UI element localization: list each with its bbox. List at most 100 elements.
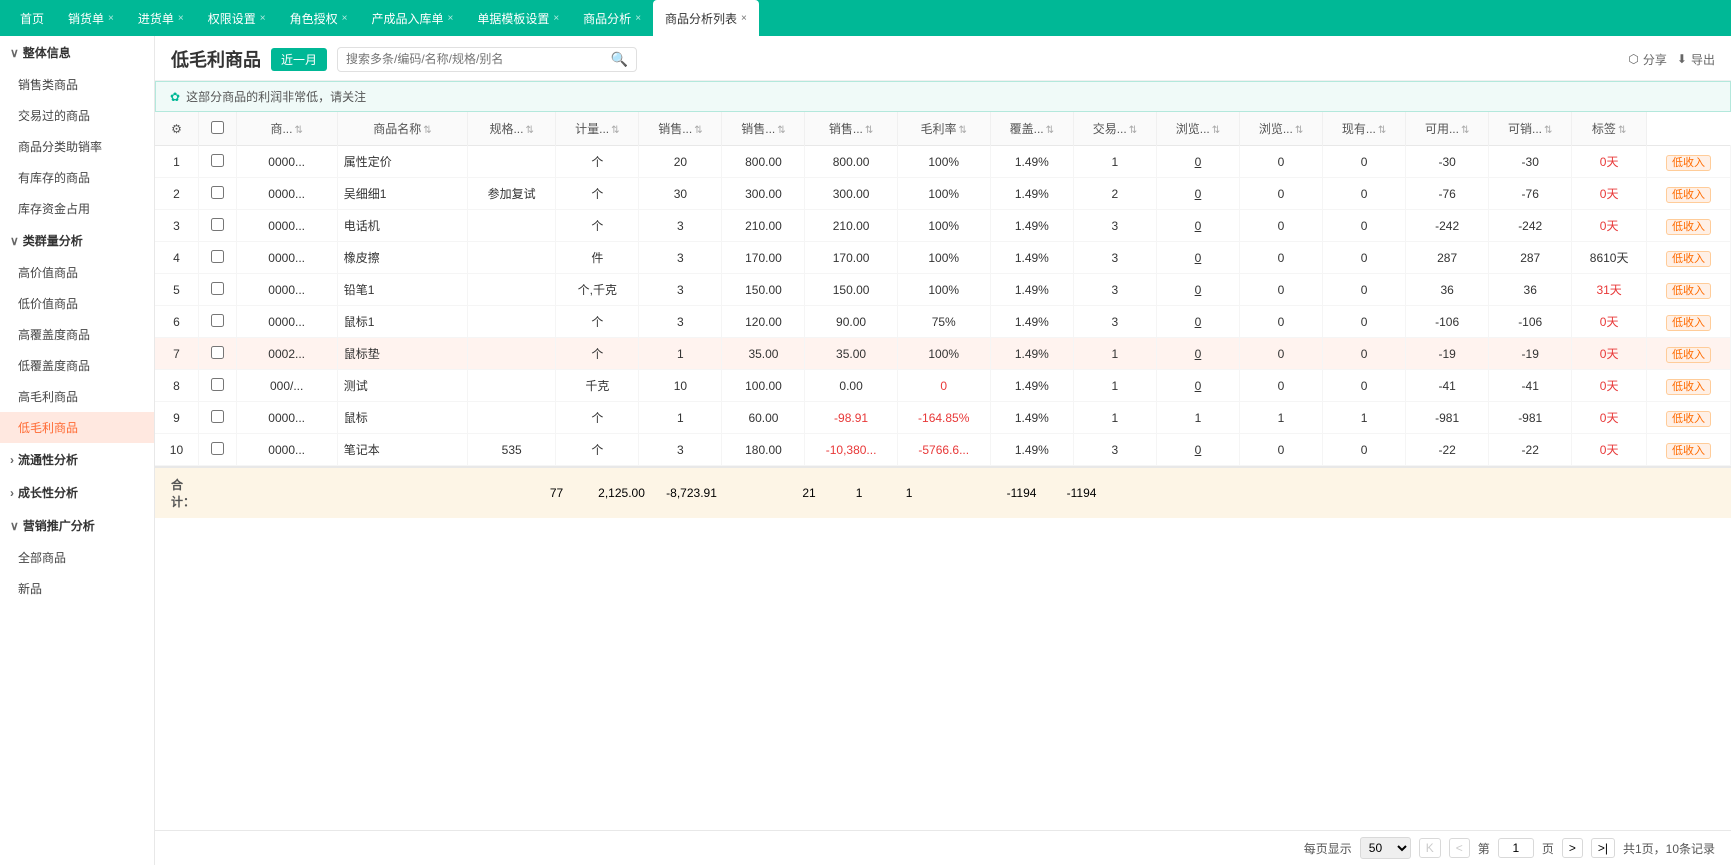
row-checkbox-cell[interactable] — [198, 338, 236, 370]
row-checkbox[interactable] — [211, 346, 224, 359]
row-trade[interactable]: 0 — [1156, 146, 1239, 178]
nav-home[interactable]: 首页 — [8, 0, 56, 36]
row-checkbox-cell[interactable] — [198, 370, 236, 402]
nav-role-auth[interactable]: 角色授权× — [278, 0, 360, 36]
sidebar-group-circulation[interactable]: › 流通性分析 — [0, 443, 154, 476]
col-select-all[interactable] — [198, 112, 236, 146]
close-icon[interactable]: × — [342, 13, 348, 24]
sidebar-item-low-value[interactable]: 低价值商品 — [0, 288, 154, 319]
prev-page-button[interactable]: < — [1449, 838, 1470, 858]
row-pct: 100% — [897, 242, 990, 274]
sidebar: ∨ 整体信息 销售类商品 交易过的商品 商品分类助销率 有库存的商品 库存资金占… — [0, 36, 155, 865]
sidebar-item-in-stock[interactable]: 有库存的商品 — [0, 162, 154, 193]
row-unit: 个 — [556, 210, 639, 242]
row-trade[interactable]: 0 — [1156, 370, 1239, 402]
row-checkbox[interactable] — [211, 442, 224, 455]
first-page-button[interactable]: K — [1419, 838, 1441, 858]
row-trade[interactable]: 0 — [1156, 242, 1239, 274]
row-checkbox[interactable] — [211, 186, 224, 199]
row-trade[interactable]: 0 — [1156, 338, 1239, 370]
row-price1: 100.00 — [722, 370, 805, 402]
sidebar-item-stock-capital[interactable]: 库存资金占用 — [0, 193, 154, 224]
sidebar-item-low-gross[interactable]: 低毛利商品 — [0, 412, 154, 443]
row-avail: 36 — [1489, 274, 1572, 306]
close-icon[interactable]: × — [108, 13, 114, 24]
column-settings-icon[interactable]: ⚙ — [155, 112, 198, 146]
sidebar-item-low-coverage[interactable]: 低覆盖度商品 — [0, 350, 154, 381]
row-browse1: 0 — [1239, 370, 1322, 402]
row-trade[interactable]: 0 — [1156, 434, 1239, 466]
row-trade[interactable]: 0 — [1156, 274, 1239, 306]
close-icon[interactable]: × — [741, 13, 747, 24]
select-all-checkbox[interactable] — [211, 121, 224, 134]
period-button[interactable]: 近一月 — [271, 48, 327, 71]
sidebar-item-high-gross[interactable]: 高毛利商品 — [0, 381, 154, 412]
row-checkbox-cell[interactable] — [198, 274, 236, 306]
close-icon[interactable]: × — [635, 13, 641, 24]
row-checkbox[interactable] — [211, 314, 224, 327]
row-checkbox-cell[interactable] — [198, 402, 236, 434]
row-checkbox[interactable] — [211, 154, 224, 167]
row-pct: 100% — [897, 146, 990, 178]
next-page-button[interactable]: > — [1562, 838, 1583, 858]
row-checkbox-cell[interactable] — [198, 242, 236, 274]
sidebar-group-overall[interactable]: ∨ 整体信息 — [0, 36, 154, 69]
close-icon[interactable]: × — [553, 13, 559, 24]
sidebar-group-cluster[interactable]: ∨ 类群量分析 — [0, 224, 154, 257]
table-row: 9 0000... 鼠标 个 1 60.00 -98.91 -164.85% 1… — [155, 402, 1731, 434]
row-checkbox[interactable] — [211, 378, 224, 391]
row-checkbox[interactable] — [211, 250, 224, 263]
sidebar-item-all-goods[interactable]: 全部商品 — [0, 542, 154, 573]
tag-badge: 低收入 — [1666, 315, 1711, 331]
row-checkbox-cell[interactable] — [198, 434, 236, 466]
close-icon[interactable]: × — [447, 13, 453, 24]
close-icon[interactable]: × — [260, 13, 266, 24]
per-page-select[interactable]: 50 20 100 — [1360, 837, 1411, 859]
row-qty: 3 — [639, 274, 722, 306]
row-pct: 100% — [897, 338, 990, 370]
close-icon[interactable]: × — [178, 13, 184, 24]
sidebar-item-traded-goods[interactable]: 交易过的商品 — [0, 100, 154, 131]
last-page-button[interactable]: >| — [1591, 838, 1615, 858]
sidebar-item-category-sales[interactable]: 商品分类助销率 — [0, 131, 154, 162]
row-checkbox[interactable] — [211, 282, 224, 295]
header-actions: ⬡ 分享 ⬇ 导出 — [1628, 51, 1715, 68]
row-sellable: 0天 — [1572, 210, 1647, 242]
footer-price2: -8,723.91 — [657, 486, 727, 500]
export-button[interactable]: ⬇ 导出 — [1677, 51, 1715, 68]
row-trade[interactable]: 0 — [1156, 306, 1239, 338]
search-input[interactable] — [346, 52, 611, 66]
row-unit: 个 — [556, 178, 639, 210]
row-current: -76 — [1406, 178, 1489, 210]
row-checkbox[interactable] — [211, 218, 224, 231]
row-current: 36 — [1406, 274, 1489, 306]
row-checkbox-cell[interactable] — [198, 306, 236, 338]
sidebar-group-marketing[interactable]: ∨ 营销推广分析 — [0, 509, 154, 542]
row-trade[interactable]: 0 — [1156, 178, 1239, 210]
table-row: 7 0002... 鼠标垫 个 1 35.00 35.00 100% 1.49%… — [155, 338, 1731, 370]
row-price1: 180.00 — [722, 434, 805, 466]
sidebar-item-high-coverage[interactable]: 高覆盖度商品 — [0, 319, 154, 350]
nav-finished-goods[interactable]: 产成品入库单× — [359, 0, 465, 36]
sidebar-group-growth[interactable]: › 成长性分析 — [0, 476, 154, 509]
sidebar-item-sales-goods[interactable]: 销售类商品 — [0, 69, 154, 100]
row-checkbox[interactable] — [211, 410, 224, 423]
nav-purchase[interactable]: 进货单× — [126, 0, 196, 36]
nav-sales[interactable]: 销货单× — [56, 0, 126, 36]
row-price2: 300.00 — [805, 178, 897, 210]
nav-template-settings[interactable]: 单据模板设置× — [465, 0, 571, 36]
search-icon[interactable]: 🔍 — [611, 51, 628, 68]
sidebar-item-high-value[interactable]: 高价值商品 — [0, 257, 154, 288]
nav-auth-settings[interactable]: 权限设置× — [196, 0, 278, 36]
row-checkbox-cell[interactable] — [198, 178, 236, 210]
page-input[interactable] — [1498, 838, 1534, 858]
row-spec — [468, 370, 556, 402]
nav-goods-analysis[interactable]: 商品分析× — [571, 0, 653, 36]
row-coverage: 1 — [1073, 370, 1156, 402]
sidebar-item-new-goods[interactable]: 新品 — [0, 573, 154, 604]
nav-goods-analysis-list[interactable]: 商品分析列表× — [653, 0, 759, 36]
row-trade[interactable]: 0 — [1156, 210, 1239, 242]
row-checkbox-cell[interactable] — [198, 210, 236, 242]
row-checkbox-cell[interactable] — [198, 146, 236, 178]
share-button[interactable]: ⬡ 分享 — [1628, 51, 1667, 68]
